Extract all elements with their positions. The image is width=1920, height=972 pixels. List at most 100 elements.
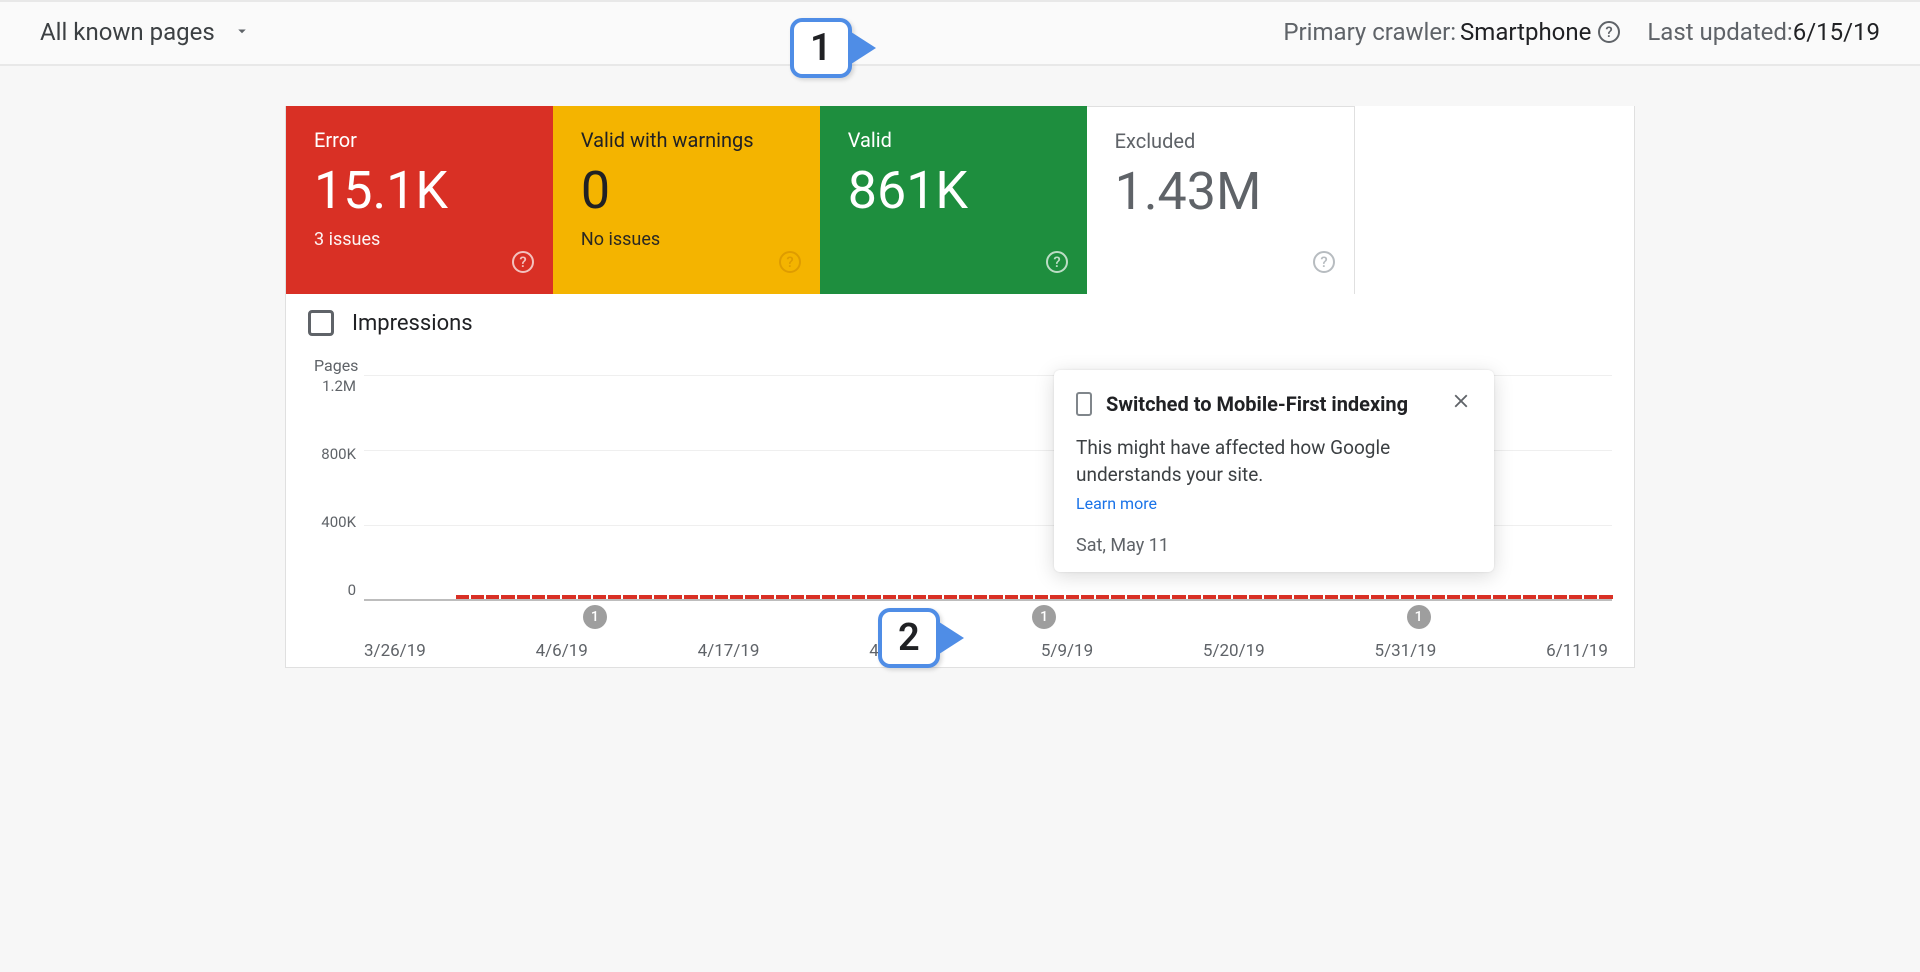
last-updated-date: 6/15/19 [1793, 18, 1880, 46]
chart-bar[interactable] [623, 595, 636, 599]
card-error[interactable]: Error 15.1K 3 issues ? [286, 106, 553, 294]
chart-bar[interactable] [471, 595, 484, 599]
chart-bar[interactable] [974, 595, 987, 599]
chart-bar[interactable] [1310, 595, 1323, 599]
chart-bar[interactable] [761, 595, 774, 599]
chart-bar[interactable] [1325, 595, 1338, 599]
chart-bar[interactable] [578, 595, 591, 599]
chart-bar[interactable] [1035, 595, 1048, 599]
chart-bar[interactable] [1554, 595, 1567, 599]
filter-bar: All known pages 1 Primary crawler: Smart… [0, 0, 1920, 66]
chart-bar[interactable] [1340, 595, 1353, 599]
chart-bar[interactable] [547, 595, 560, 599]
chart-bar[interactable] [1462, 595, 1475, 599]
chart-bar[interactable] [715, 595, 728, 599]
chart-bar[interactable] [1111, 595, 1124, 599]
last-updated-label: Last updated: [1647, 18, 1792, 46]
chart-bar[interactable] [562, 595, 575, 599]
chart-bar[interactable] [532, 595, 545, 599]
crawler-help-icon[interactable]: ? [1597, 20, 1621, 44]
card-excluded[interactable]: Excluded 1.43M ? [1087, 106, 1355, 294]
chart-bar[interactable] [486, 595, 499, 599]
chart-bar[interactable] [1477, 595, 1490, 599]
chart-bar[interactable] [639, 595, 652, 599]
chart-bar[interactable] [898, 595, 911, 599]
chart-bar[interactable] [1218, 595, 1231, 599]
chart-bar[interactable] [517, 595, 530, 599]
chart-bar[interactable] [1005, 595, 1018, 599]
chart-bar[interactable] [1203, 595, 1216, 599]
chart-bar[interactable] [791, 595, 804, 599]
chart-bar[interactable] [1493, 595, 1506, 599]
chart-bar[interactable] [1157, 595, 1170, 599]
card-valid[interactable]: Valid 861K ? [820, 106, 1087, 294]
chart-bar[interactable] [806, 595, 819, 599]
chart-bar[interactable] [1599, 595, 1612, 599]
chart-bar[interactable] [1020, 595, 1033, 599]
chart-bar[interactable] [1264, 595, 1277, 599]
chart-bar[interactable] [730, 595, 743, 599]
chart-bar[interactable] [1172, 595, 1185, 599]
chart-bar[interactable] [1279, 595, 1292, 599]
chart-bar[interactable] [837, 595, 850, 599]
chart-bar[interactable] [1538, 595, 1551, 599]
chart-bar[interactable] [1416, 595, 1429, 599]
chart-bar[interactable] [1401, 595, 1414, 599]
chart-bar[interactable] [852, 595, 865, 599]
chart-bar[interactable] [654, 595, 667, 599]
chart-bar[interactable] [928, 595, 941, 599]
svg-text:?: ? [1053, 253, 1060, 271]
primary-crawler-label: Primary crawler: [1283, 18, 1456, 46]
chart-bar[interactable] [867, 595, 880, 599]
chart-bar[interactable] [700, 595, 713, 599]
chart-bar[interactable] [1523, 595, 1536, 599]
chart-bar[interactable] [1294, 595, 1307, 599]
card-warnings[interactable]: Valid with warnings 0 No issues ? [553, 106, 820, 294]
page-filter-dropdown[interactable]: All known pages [40, 18, 251, 46]
chart-bar[interactable] [1096, 595, 1109, 599]
chart-bar[interactable] [1142, 595, 1155, 599]
chart-bar[interactable] [1371, 595, 1384, 599]
chart-bar[interactable] [1508, 595, 1521, 599]
chart-bar[interactable] [1569, 595, 1582, 599]
chart-x-tick: 5/20/19 [1203, 641, 1265, 661]
chart-bar[interactable] [1233, 595, 1246, 599]
chart-event-marker[interactable]: 1 [583, 605, 607, 629]
card-error-help-icon[interactable]: ? [511, 250, 535, 278]
chart-bar[interactable] [1249, 595, 1262, 599]
card-valid-help-icon[interactable]: ? [1045, 250, 1069, 278]
chart-bar[interactable] [1188, 595, 1201, 599]
chart-event-marker[interactable]: 1 [1032, 605, 1056, 629]
chart-bar[interactable] [944, 595, 957, 599]
chart-bar[interactable] [745, 595, 758, 599]
card-excluded-help-icon[interactable]: ? [1312, 250, 1336, 278]
chart-bar[interactable] [1081, 595, 1094, 599]
chart-bar[interactable] [1447, 595, 1460, 599]
chart-bar[interactable] [1355, 595, 1368, 599]
chart-bar[interactable] [989, 595, 1002, 599]
chart-bar[interactable] [456, 595, 469, 599]
chart-bar[interactable] [959, 595, 972, 599]
chart-bar[interactable] [822, 595, 835, 599]
event-tooltip-learn-more-link[interactable]: Learn more [1076, 494, 1472, 513]
impressions-checkbox[interactable] [308, 310, 334, 336]
chart-bar[interactable] [669, 595, 682, 599]
card-warnings-help-icon[interactable]: ? [778, 250, 802, 278]
chart-bar[interactable] [913, 595, 926, 599]
chart-bar[interactable] [1066, 595, 1079, 599]
chart-bar[interactable] [883, 595, 896, 599]
card-warnings-value: 0 [581, 162, 792, 219]
close-icon[interactable] [1450, 390, 1472, 417]
chart-bar[interactable] [501, 595, 514, 599]
chart-bar[interactable] [608, 595, 621, 599]
card-valid-value: 861K [848, 162, 1059, 219]
chart-bar[interactable] [593, 595, 606, 599]
chart-bar[interactable] [776, 595, 789, 599]
chart-bar[interactable] [1432, 595, 1445, 599]
chart-bar[interactable] [684, 595, 697, 599]
chart-bar[interactable] [1584, 595, 1597, 599]
chart-event-marker[interactable]: 1 [1407, 605, 1431, 629]
chart-bar[interactable] [1127, 595, 1140, 599]
chart-bar[interactable] [1050, 595, 1063, 599]
chart-bar[interactable] [1386, 595, 1399, 599]
